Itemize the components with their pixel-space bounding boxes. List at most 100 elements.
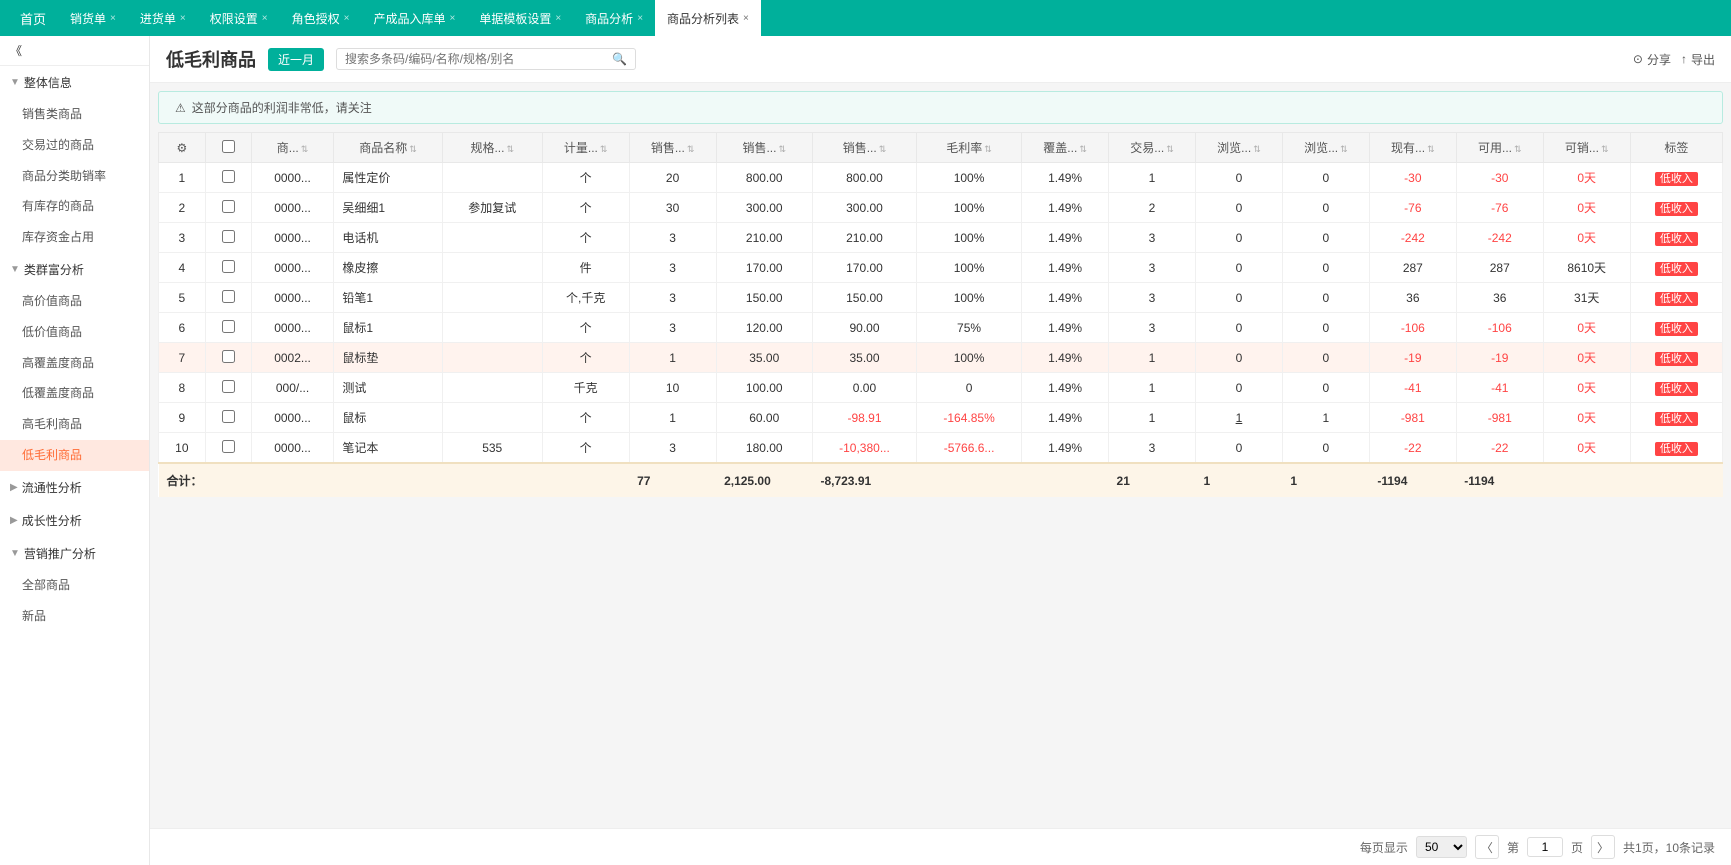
export-button[interactable]: ↑ 导出 [1681, 51, 1715, 68]
page-number-input[interactable] [1527, 837, 1563, 857]
footer-current-stock: -1194 [1369, 463, 1456, 497]
row-sales-price: 100.00 [716, 373, 812, 403]
row-checkbox[interactable] [205, 403, 251, 433]
sidebar-item-all-products[interactable]: 全部商品 [0, 570, 149, 601]
close-product-entry-icon[interactable]: × [449, 13, 455, 24]
prev-page-button[interactable]: 〈 [1475, 835, 1499, 859]
sidebar-item-low-coverage[interactable]: 低覆盖度商品 [0, 378, 149, 409]
sidebar-group-growth[interactable]: ▶ 成长性分析 [0, 504, 149, 537]
row-checkbox[interactable] [205, 283, 251, 313]
nav-purchase-order[interactable]: 进货单 × [128, 0, 198, 36]
next-page-button[interactable]: 〉 [1591, 835, 1615, 859]
row-select-checkbox[interactable] [222, 440, 235, 453]
nav-sales-order[interactable]: 销货单 × [58, 0, 128, 36]
row-code: 0000... [251, 163, 334, 193]
close-template-icon[interactable]: × [555, 13, 561, 24]
footer-browse2: 1 [1282, 463, 1369, 497]
sidebar-item-category-sales-rate[interactable]: 商品分类助销率 [0, 161, 149, 192]
filter-period-button[interactable]: 近一月 [268, 48, 324, 71]
sidebar-item-low-value[interactable]: 低价值商品 [0, 317, 149, 348]
per-page-select[interactable]: 50 20 100 [1416, 836, 1467, 858]
row-browse1[interactable]: 0 [1195, 343, 1282, 373]
row-select-checkbox[interactable] [222, 410, 235, 423]
row-spec [442, 163, 542, 193]
sidebar-item-high-coverage[interactable]: 高覆盖度商品 [0, 348, 149, 379]
row-sales-price: 210.00 [716, 223, 812, 253]
col-checkbox[interactable] [205, 133, 251, 163]
row-checkbox[interactable] [205, 343, 251, 373]
row-select-checkbox[interactable] [222, 260, 235, 273]
row-select-checkbox[interactable] [222, 290, 235, 303]
row-name: 鼠标 [334, 403, 442, 433]
row-checkbox[interactable] [205, 253, 251, 283]
sidebar-item-low-margin[interactable]: 低毛利商品 [0, 440, 149, 471]
row-code: 000/... [251, 373, 334, 403]
row-current-stock: -30 [1369, 163, 1456, 193]
sidebar-group-liquidity[interactable]: ▶ 流通性分析 [0, 471, 149, 504]
row-no: 2 [159, 193, 206, 223]
row-name: 铅笔1 [334, 283, 442, 313]
row-sales-profit: -98.91 [812, 403, 916, 433]
sidebar-group-overall[interactable]: ▼ 整体信息 [0, 66, 149, 99]
footer-empty-5 [917, 463, 1022, 497]
row-select-checkbox[interactable] [222, 350, 235, 363]
tag-badge: 低收入 [1655, 292, 1698, 306]
sidebar-group-marketing[interactable]: ▼ 营销推广分析 [0, 537, 149, 570]
footer-label: 合计： [159, 463, 252, 497]
sidebar-item-traded-products[interactable]: 交易过的商品 [0, 130, 149, 161]
select-all-checkbox[interactable] [222, 140, 235, 153]
row-checkbox[interactable] [205, 313, 251, 343]
row-select-checkbox[interactable] [222, 200, 235, 213]
col-settings[interactable]: ⚙ [159, 133, 206, 163]
row-browse1[interactable]: 0 [1195, 283, 1282, 313]
nav-product-analysis[interactable]: 商品分析 × [573, 0, 655, 36]
row-browse1[interactable]: 0 [1195, 313, 1282, 343]
row-browse1[interactable]: 0 [1195, 373, 1282, 403]
nav-home[interactable]: 首页 [8, 0, 58, 36]
sidebar-group-cluster-label: 类群富分析 [24, 261, 84, 278]
row-browse1[interactable]: 0 [1195, 193, 1282, 223]
sidebar-group-cluster[interactable]: ▼ 类群富分析 [0, 253, 149, 286]
sidebar-item-high-value[interactable]: 高价值商品 [0, 286, 149, 317]
sidebar-item-new-products[interactable]: 新品 [0, 601, 149, 632]
close-analysis-list-icon[interactable]: × [743, 13, 749, 24]
footer-transaction: 21 [1109, 463, 1196, 497]
row-select-checkbox[interactable] [222, 230, 235, 243]
row-browse1[interactable]: 0 [1195, 163, 1282, 193]
row-checkbox[interactable] [205, 163, 251, 193]
row-select-checkbox[interactable] [222, 320, 235, 333]
close-purchase-order-icon[interactable]: × [180, 13, 186, 24]
row-browse1[interactable]: 0 [1195, 223, 1282, 253]
search-input[interactable] [345, 52, 612, 66]
row-select-checkbox[interactable] [222, 170, 235, 183]
row-checkbox[interactable] [205, 433, 251, 464]
nav-product-analysis-list[interactable]: 商品分析列表 × [655, 0, 761, 36]
nav-permissions[interactable]: 权限设置 × [198, 0, 280, 36]
sidebar-item-inventory-capital[interactable]: 库存资金占用 [0, 222, 149, 253]
row-checkbox[interactable] [205, 373, 251, 403]
nav-role-auth[interactable]: 角色授权 × [280, 0, 362, 36]
row-name: 笔记本 [334, 433, 442, 464]
sidebar-item-sales-products[interactable]: 销售类商品 [0, 99, 149, 130]
sidebar-item-high-margin[interactable]: 高毛利商品 [0, 409, 149, 440]
row-checkbox[interactable] [205, 193, 251, 223]
row-select-checkbox[interactable] [222, 380, 235, 393]
close-sales-order-icon[interactable]: × [110, 13, 116, 24]
close-product-analysis-icon[interactable]: × [637, 13, 643, 24]
search-icon[interactable]: 🔍 [612, 52, 627, 66]
row-browse1[interactable]: 0 [1195, 253, 1282, 283]
row-checkbox[interactable] [205, 223, 251, 253]
row-browse2: 0 [1282, 253, 1369, 283]
row-current-stock: 287 [1369, 253, 1456, 283]
header-actions: ⊙ 分享 ↑ 导出 [1633, 51, 1715, 68]
close-role-auth-icon[interactable]: × [344, 13, 350, 24]
share-button[interactable]: ⊙ 分享 [1633, 51, 1671, 68]
nav-product-entry[interactable]: 产成品入库单 × [361, 0, 467, 36]
close-permissions-icon[interactable]: × [262, 13, 268, 24]
row-current-stock: -19 [1369, 343, 1456, 373]
sidebar-item-in-stock[interactable]: 有库存的商品 [0, 191, 149, 222]
row-browse1[interactable]: 0 [1195, 433, 1282, 464]
row-browse1[interactable]: 1 [1195, 403, 1282, 433]
nav-template-settings[interactable]: 单据模板设置 × [467, 0, 573, 36]
row-gross-margin: 100% [917, 343, 1022, 373]
